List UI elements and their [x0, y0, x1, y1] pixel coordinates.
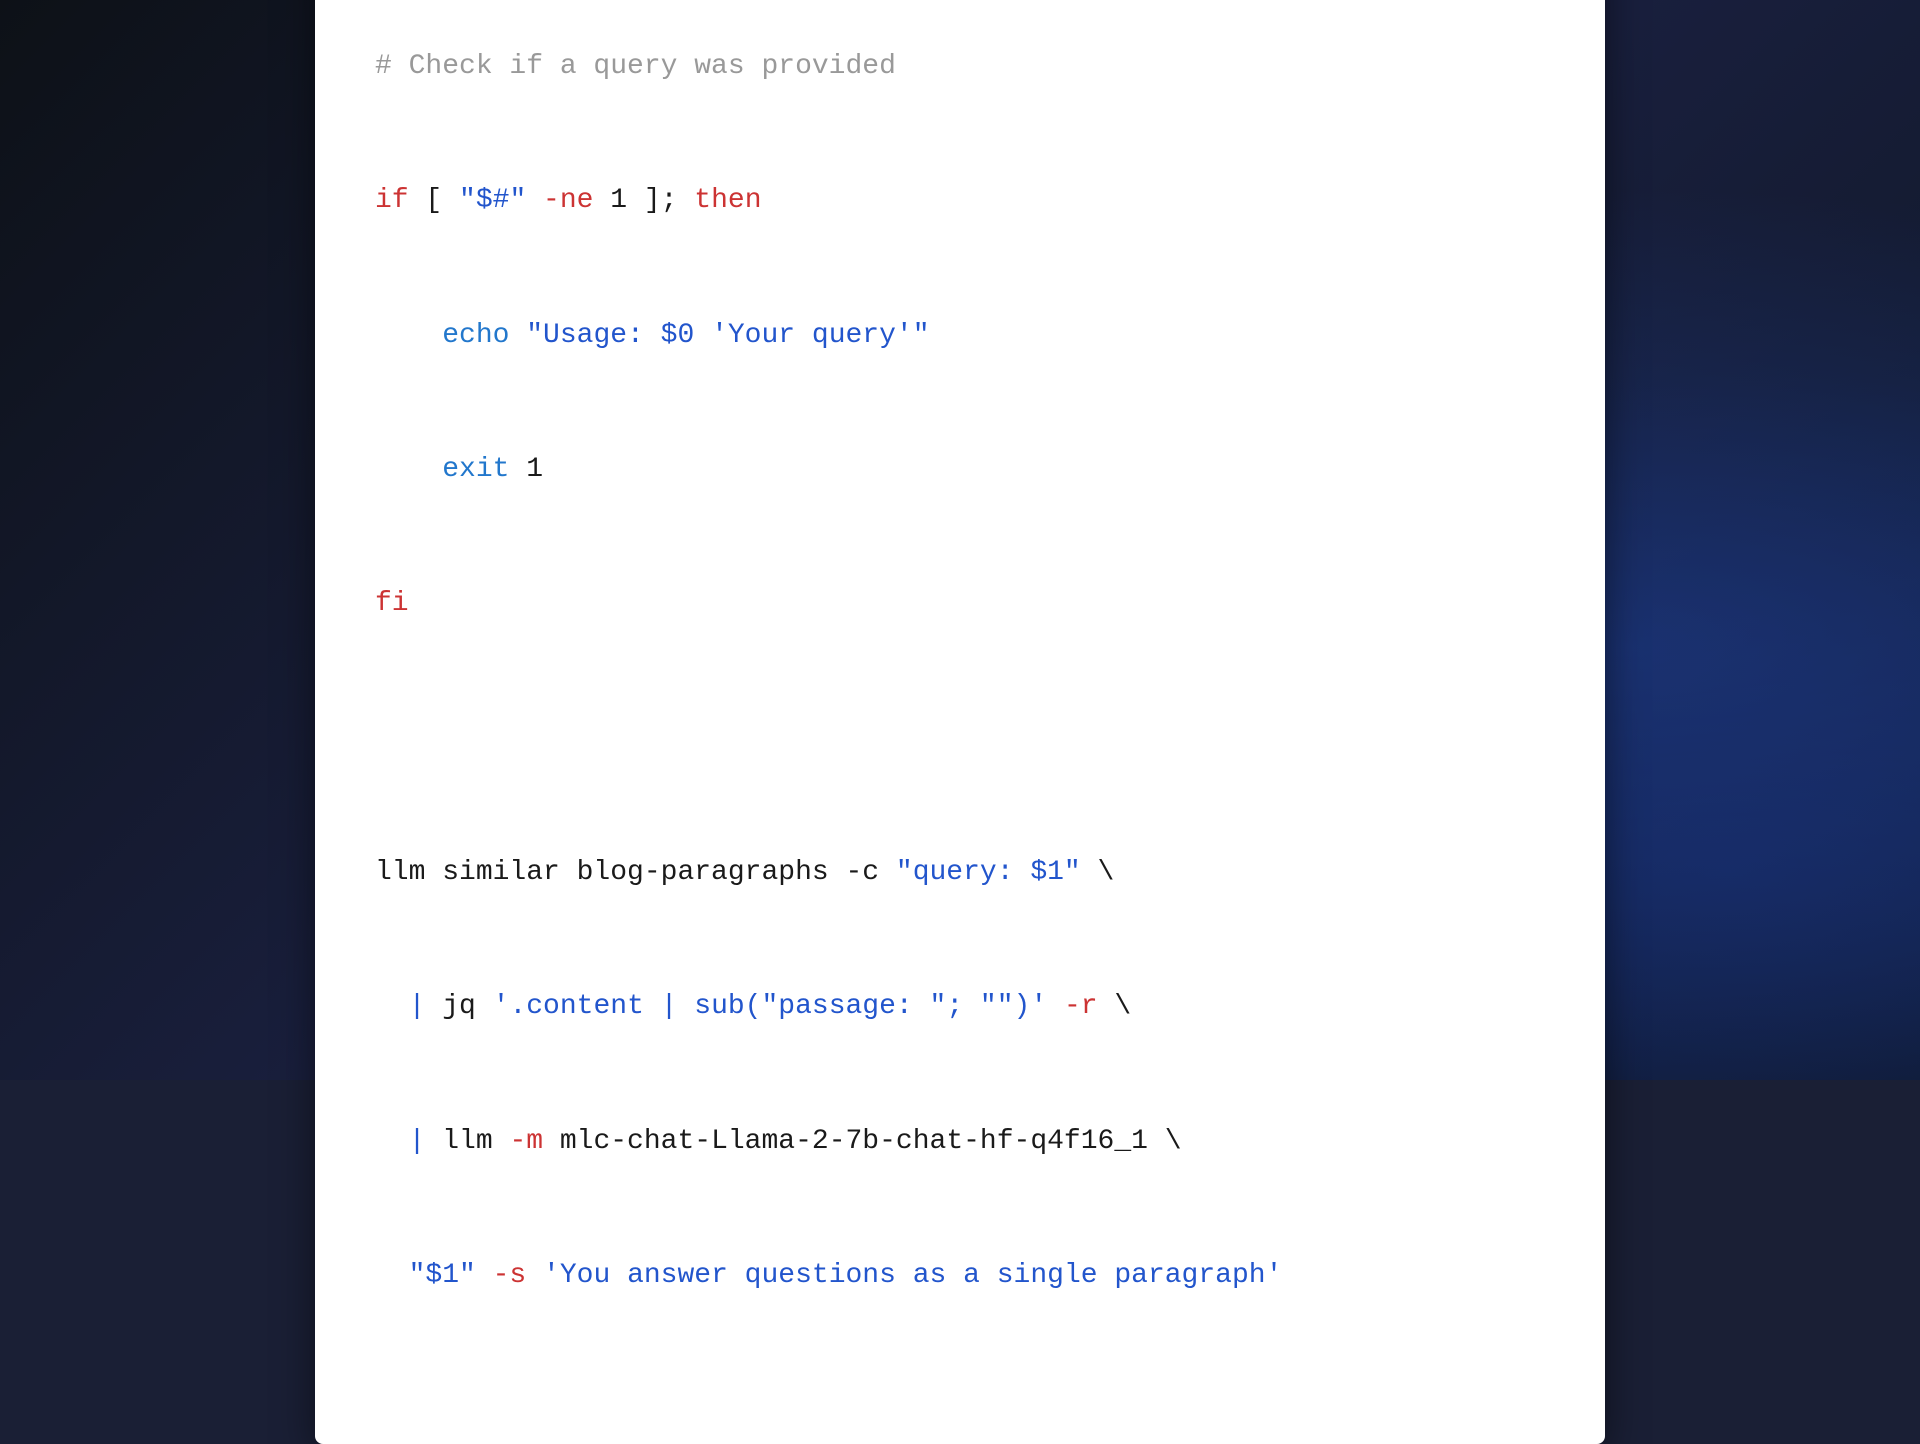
line-llm2: | llm -m mlc-chat-Llama-2-7b-chat-hf-q4f… — [375, 1120, 1545, 1165]
jq-cmd: jq — [442, 991, 492, 1022]
if-var: "$#" — [459, 185, 526, 216]
llm2-cmd: llm — [442, 1126, 509, 1157]
llm2-m-flag: -m — [509, 1126, 543, 1157]
exit-indent — [375, 454, 442, 485]
echo-indent — [375, 320, 442, 351]
last-system-prompt: 'You answer questions as a single paragr… — [526, 1260, 1282, 1291]
line-if: if [ "$#" -ne 1 ]; then — [375, 179, 1545, 224]
llm-cmd: llm similar blog-paragraphs -c — [375, 857, 896, 888]
line-echo: echo "Usage: $0 'Your query'" — [375, 314, 1545, 359]
jq-backslash: \ — [1098, 991, 1132, 1022]
line-last: "$1" -s 'You answer questions as a singl… — [375, 1254, 1545, 1299]
code-panel: #!/bin/bash # Check if a query was provi… — [315, 0, 1605, 1444]
if-num: 1 ]; — [610, 185, 677, 216]
line-exit: exit 1 — [375, 448, 1545, 493]
last-s-flag: -s — [476, 1260, 526, 1291]
spacer-2 — [375, 717, 1545, 762]
fi-keyword: fi — [375, 588, 409, 619]
code-block: #!/bin/bash # Check if a query was provi… — [375, 0, 1545, 1389]
pipe-char2: | — [409, 1126, 443, 1157]
llm2-model: mlc-chat-Llama-2-7b-chat-hf-q4f16_1 \ — [543, 1126, 1182, 1157]
jq-filter: '.content | sub("passage: "; "")' — [493, 991, 1048, 1022]
jq-r-flag: -r — [1047, 991, 1097, 1022]
line-fi: fi — [375, 582, 1545, 627]
llm-backslash1: \ — [1081, 857, 1115, 888]
line-comment: # Check if a query was provided — [375, 45, 1545, 90]
line-llm1: llm similar blog-paragraphs -c "query: $… — [375, 851, 1545, 896]
echo-string: "Usage: $0 'Your query'" — [509, 320, 929, 351]
exit-num: 1 — [509, 454, 543, 485]
llm2-indent — [375, 1126, 409, 1157]
pipe-char1: | — [409, 991, 443, 1022]
exit-builtin: exit — [442, 454, 509, 485]
last-var: "$1" — [375, 1260, 476, 1291]
if-bracket: [ — [409, 185, 459, 216]
keyword-if: if — [375, 185, 409, 216]
echo-builtin: echo — [442, 320, 509, 351]
jq-indent — [375, 991, 409, 1022]
comment-text: # Check if a query was provided — [375, 51, 896, 82]
if-ne: -ne — [526, 185, 610, 216]
llm-query-string: "query: $1" — [896, 857, 1081, 888]
keyword-then: then — [677, 185, 761, 216]
line-jq: | jq '.content | sub("passage: "; "")' -… — [375, 985, 1545, 1030]
